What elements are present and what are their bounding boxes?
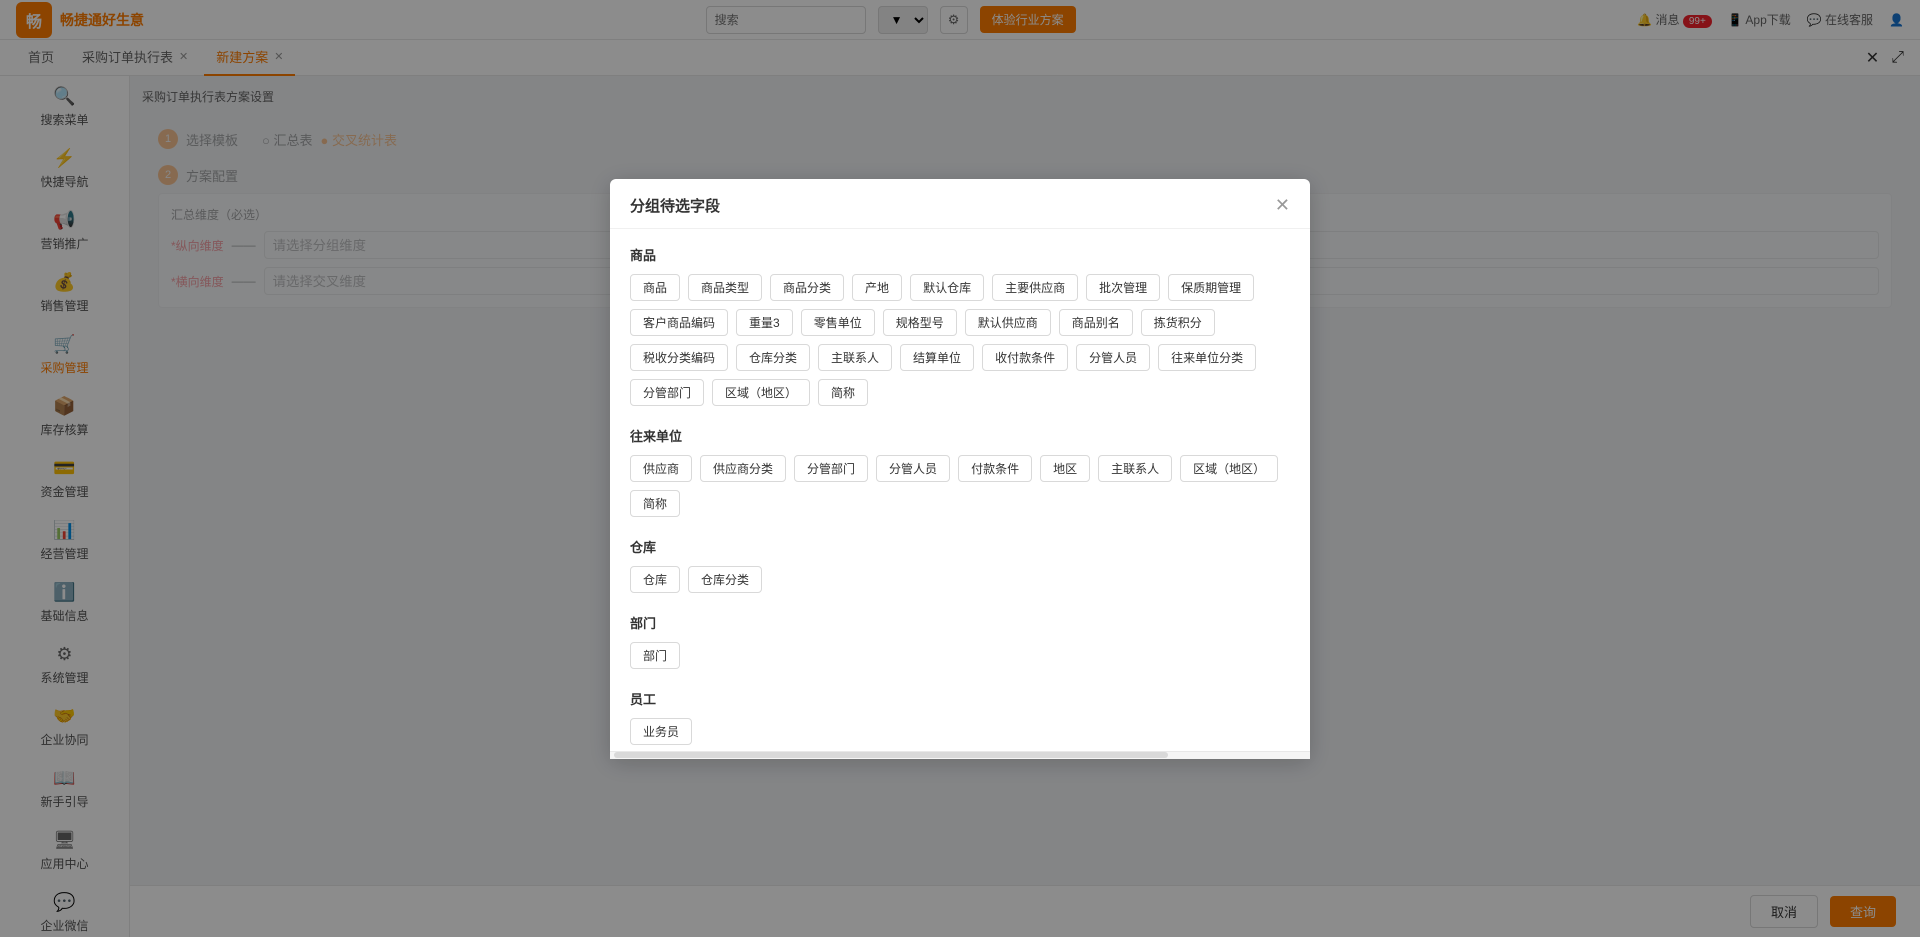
field-tag-goods-category[interactable]: 商品分类	[770, 274, 844, 301]
section-employee-title: 员工	[630, 689, 1290, 708]
dept-field-tags: 部门	[630, 642, 1290, 669]
field-tag-partner-cat[interactable]: 往来单位分类	[1158, 344, 1256, 371]
section-goods: 商品 商品 商品类型 商品分类 产地 默认仓库 主要供应商 批次管理 保质期管理…	[630, 245, 1290, 406]
section-warehouse: 仓库 仓库 仓库分类	[630, 537, 1290, 593]
goods-field-tags: 商品 商品类型 商品分类 产地 默认仓库 主要供应商 批次管理 保质期管理 客户…	[630, 274, 1290, 406]
field-tag-manager[interactable]: 分管人员	[1076, 344, 1150, 371]
modal: 分组待选字段 ✕ 商品 商品 商品类型 商品分类 产地 默认仓库	[610, 179, 1310, 759]
field-tag-tax-code[interactable]: 税收分类编码	[630, 344, 728, 371]
field-tag-pay-terms[interactable]: 付款条件	[958, 455, 1032, 482]
field-tag-customer-code[interactable]: 客户商品编码	[630, 309, 728, 336]
section-goods-title: 商品	[630, 245, 1290, 264]
field-tag-default-supplier[interactable]: 默认供应商	[965, 309, 1051, 336]
field-tag-partner-person[interactable]: 分管人员	[876, 455, 950, 482]
employee-field-tags: 业务员	[630, 718, 1290, 745]
field-tag-origin[interactable]: 产地	[852, 274, 902, 301]
field-tag-goods-type[interactable]: 商品类型	[688, 274, 762, 301]
field-tag-batch-mgmt[interactable]: 批次管理	[1086, 274, 1160, 301]
field-tag-main-contact[interactable]: 主联系人	[818, 344, 892, 371]
field-tag-shelf-life[interactable]: 保质期管理	[1168, 274, 1254, 301]
field-tag-partner-dept[interactable]: 分管部门	[794, 455, 868, 482]
field-tag-area[interactable]: 地区	[1040, 455, 1090, 482]
field-tag-pick-points[interactable]: 拣货积分	[1141, 309, 1215, 336]
section-partner: 往来单位 供应商 供应商分类 分管部门 分管人员 付款条件 地区 主联系人 区域…	[630, 426, 1290, 517]
field-tag-salesperson[interactable]: 业务员	[630, 718, 692, 745]
field-tag-alias[interactable]: 商品别名	[1059, 309, 1133, 336]
section-warehouse-title: 仓库	[630, 537, 1290, 556]
field-tag-weight[interactable]: 重量3	[736, 309, 793, 336]
field-tag-main-supplier[interactable]: 主要供应商	[992, 274, 1078, 301]
warehouse-field-tags: 仓库 仓库分类	[630, 566, 1290, 593]
field-tag-retail-unit[interactable]: 零售单位	[801, 309, 875, 336]
field-tag-payment-terms[interactable]: 收付款条件	[982, 344, 1068, 371]
section-employee: 员工 业务员	[630, 689, 1290, 745]
field-tag-spec[interactable]: 规格型号	[883, 309, 957, 336]
field-tag-warehouse-category[interactable]: 仓库分类	[688, 566, 762, 593]
modal-header: 分组待选字段 ✕	[610, 179, 1310, 229]
main-layout: 🔍 搜索菜单 ⚡ 快捷导航 📢 营销推广 💰 销售管理 🛒 采购管理 📦 库存核…	[0, 76, 1920, 937]
field-tag-main-contact-2[interactable]: 主联系人	[1098, 455, 1172, 482]
partner-field-tags: 供应商 供应商分类 分管部门 分管人员 付款条件 地区 主联系人 区域（地区） …	[630, 455, 1290, 517]
field-tag-warehouse[interactable]: 仓库	[630, 566, 680, 593]
field-tag-supplier-cat[interactable]: 供应商分类	[700, 455, 786, 482]
modal-scrollbar[interactable]	[610, 751, 1310, 759]
modal-body[interactable]: 商品 商品 商品类型 商品分类 产地 默认仓库 主要供应商 批次管理 保质期管理…	[610, 229, 1310, 751]
section-partner-title: 往来单位	[630, 426, 1290, 445]
field-tag-region[interactable]: 区域（地区）	[712, 379, 810, 406]
field-tag-region-2[interactable]: 区域（地区）	[1180, 455, 1278, 482]
field-tag-settlement-unit[interactable]: 结算单位	[900, 344, 974, 371]
modal-close-button[interactable]: ✕	[1275, 196, 1290, 214]
content-area: 采购订单执行表方案设置 1 选择模板 ○ 汇总表 ● 交叉统计表 2 方案配置 …	[130, 76, 1920, 937]
field-tag-supplier[interactable]: 供应商	[630, 455, 692, 482]
field-tag-default-warehouse[interactable]: 默认仓库	[910, 274, 984, 301]
modal-scrollbar-thumb[interactable]	[614, 752, 1168, 758]
field-tag-short-name-2[interactable]: 简称	[630, 490, 680, 517]
field-tag-department[interactable]: 部门	[630, 642, 680, 669]
field-tag-dept[interactable]: 分管部门	[630, 379, 704, 406]
field-tag-warehouse-cat[interactable]: 仓库分类	[736, 344, 810, 371]
section-dept: 部门 部门	[630, 613, 1290, 669]
modal-title: 分组待选字段	[630, 195, 720, 216]
section-dept-title: 部门	[630, 613, 1290, 632]
field-tag-goods[interactable]: 商品	[630, 274, 680, 301]
modal-overlay: 分组待选字段 ✕ 商品 商品 商品类型 商品分类 产地 默认仓库	[130, 76, 1920, 937]
field-tag-short-name[interactable]: 简称	[818, 379, 868, 406]
